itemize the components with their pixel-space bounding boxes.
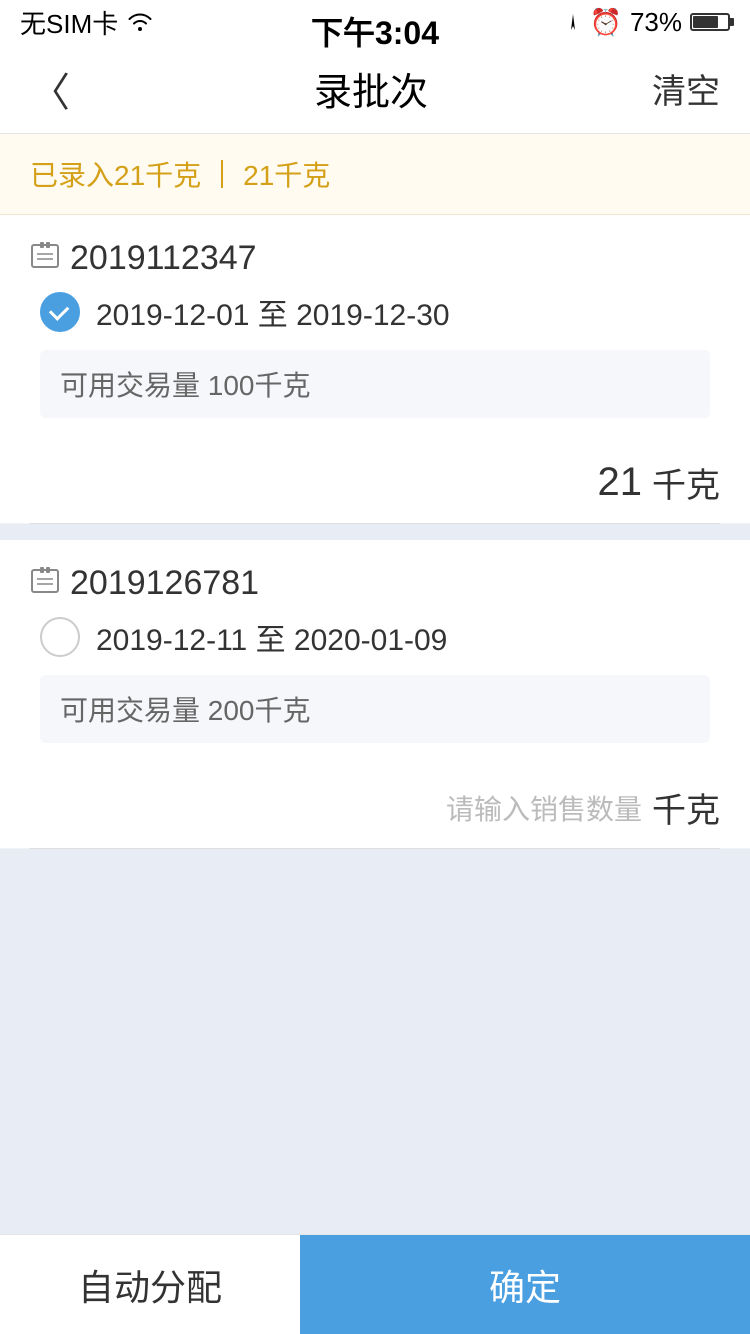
quantity-row-2: 请输入销售数量 千克 (0, 767, 750, 848)
quantity-row-1: 千克 (0, 442, 750, 523)
page-title: 录批次 (314, 61, 428, 116)
status-right: ⏰ 73% (564, 7, 730, 38)
alarm-icon: ⏰ (590, 7, 622, 38)
footer: 自动分配 确定 (0, 1234, 750, 1334)
bottom-area (0, 849, 750, 1269)
carrier-text: 无SIM卡 (20, 4, 118, 41)
quantity-unit-2: 千克 (652, 783, 720, 832)
quantity-unit-1: 千克 (652, 458, 720, 507)
nav-bar: 〈 录批次 清空 (0, 44, 750, 134)
status-time: 下午3:04 (311, 8, 439, 54)
status-left: 无SIM卡 (20, 4, 154, 41)
batch-radio-1[interactable] (40, 292, 80, 332)
batch-header-2: 2019126781 (30, 564, 720, 603)
total-label: 21千克 (243, 154, 330, 194)
confirm-button[interactable]: 确定 (300, 1235, 750, 1334)
quantity-placeholder-2: 请输入销售数量 (446, 788, 642, 828)
clear-button[interactable]: 清空 (652, 64, 720, 113)
location-icon (564, 7, 582, 38)
battery-icon (690, 13, 730, 31)
back-button[interactable]: 〈 (30, 60, 90, 118)
wifi-icon (126, 7, 154, 38)
batch-radio-2[interactable] (40, 617, 80, 657)
battery-percent: 73% (630, 7, 682, 38)
batch-date-row-1[interactable]: 2019-12-01 至 2019-12-30 (30, 290, 720, 334)
batch-number-1: 2019112347 (70, 239, 257, 278)
status-bar: 无SIM卡 下午3:04 ⏰ 73% (0, 0, 750, 44)
batch-icon-1 (30, 241, 60, 277)
batch-item-2: 2019126781 2019-12-11 至 2020-01-09 可用交易量… (0, 540, 750, 767)
batch-availability-2: 可用交易量 200千克 (40, 675, 710, 743)
batch-number-2: 2019126781 (70, 564, 259, 603)
batch-date-2: 2019-12-11 至 2020-01-09 (96, 615, 447, 659)
quantity-input-1[interactable] (522, 460, 642, 505)
batch-availability-1: 可用交易量 100千克 (40, 350, 710, 418)
batch-date-1: 2019-12-01 至 2019-12-30 (96, 290, 450, 334)
banner-divider (221, 160, 223, 188)
batch-header-1: 2019112347 (30, 239, 720, 278)
batch-date-row-2[interactable]: 2019-12-11 至 2020-01-09 (30, 615, 720, 659)
batch-item-1: 2019112347 2019-12-01 至 2019-12-30 可用交易量… (0, 215, 750, 442)
section-separator (0, 524, 750, 540)
batch-icon-2 (30, 566, 60, 602)
recorded-label: 已录入21千克 (30, 154, 201, 194)
info-banner: 已录入21千克 21千克 (0, 134, 750, 215)
auto-assign-button[interactable]: 自动分配 (0, 1235, 300, 1334)
